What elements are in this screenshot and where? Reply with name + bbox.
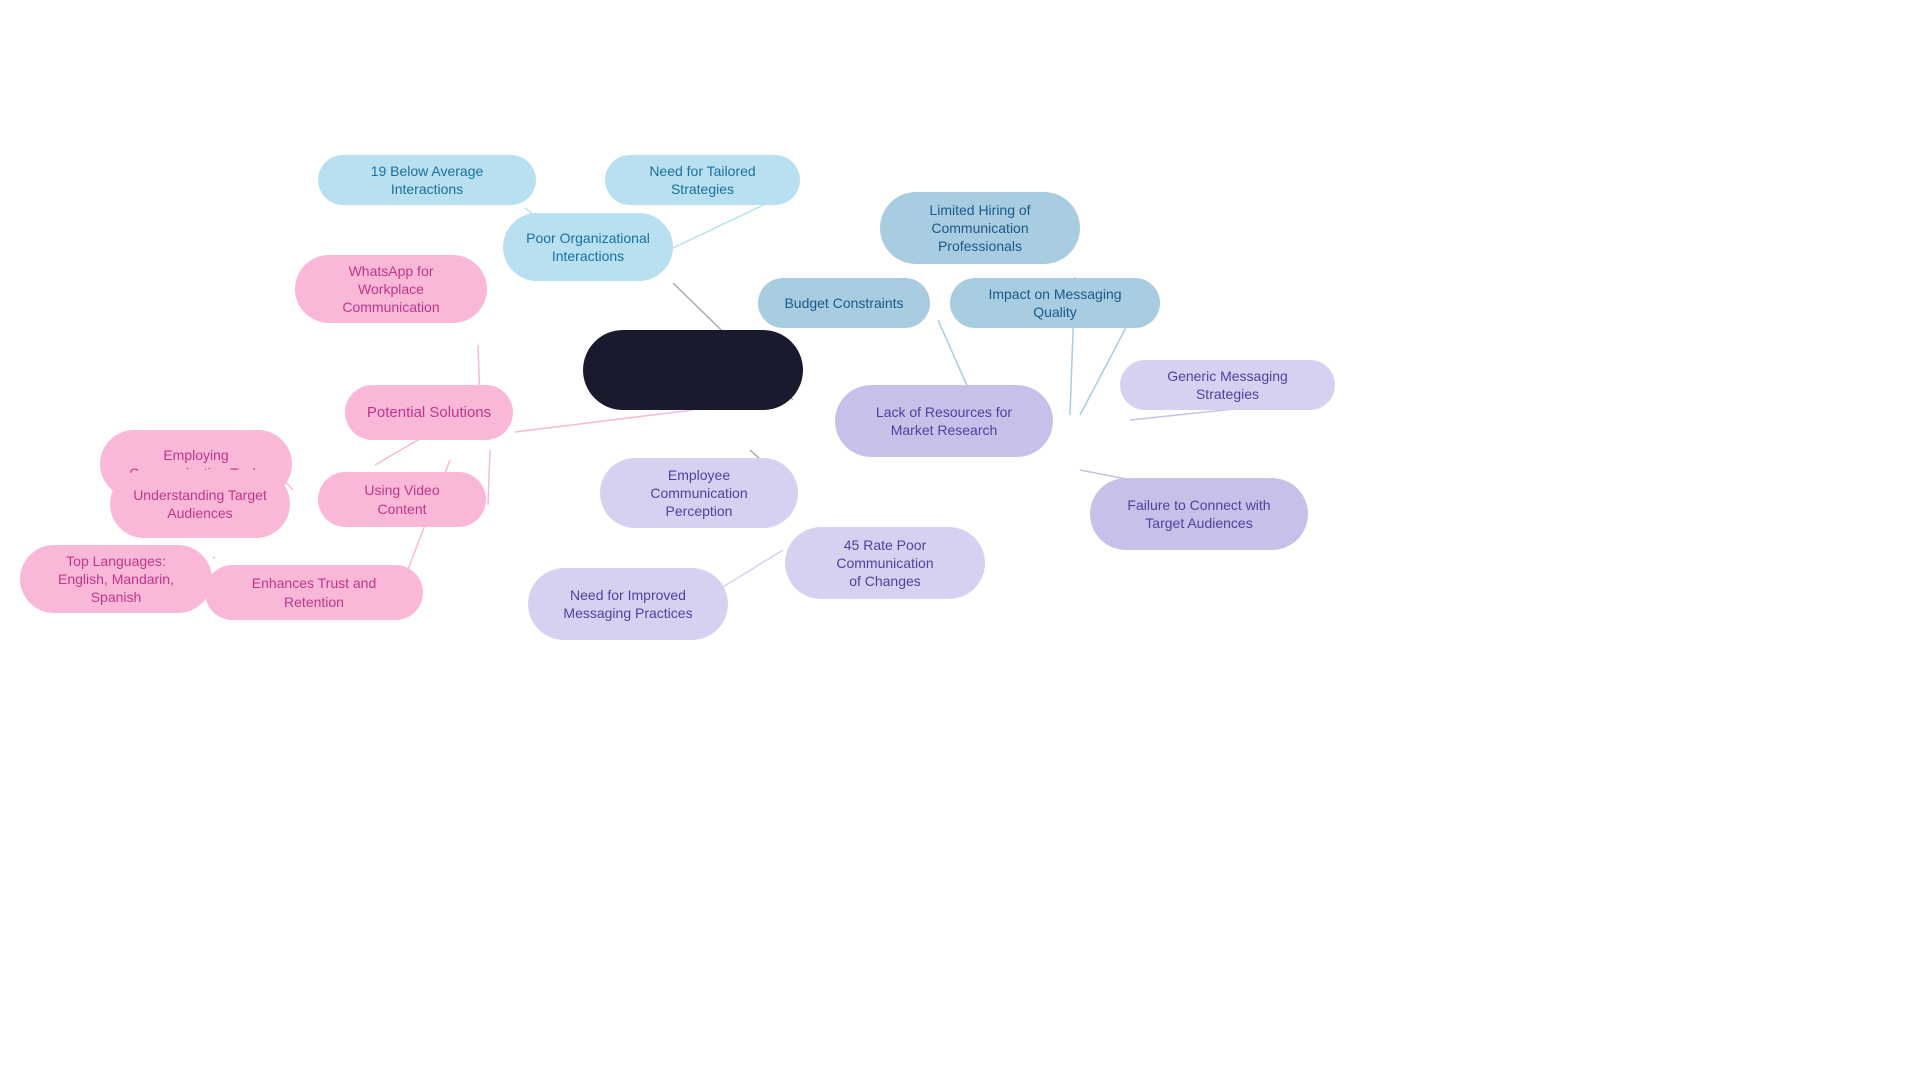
employee-comm-node: Employee CommunicationPerception	[600, 458, 798, 528]
whatsapp-node: WhatsApp for Workplace Communication	[295, 255, 487, 323]
potential-solutions-node: Potential Solutions	[345, 385, 513, 440]
top-languages-node: Top Languages: English, Mandarin, Spanis…	[20, 545, 212, 613]
need-improved-node: Need for Improved Messaging Practices	[528, 568, 728, 640]
19-below-node: 19 Below Average Interactions	[318, 155, 536, 205]
lack-resources-node: Lack of Resources for Market Research	[835, 385, 1053, 457]
poor-org-node: Poor OrganizationalInteractions	[503, 213, 673, 281]
center-node	[583, 330, 803, 410]
impact-messaging-node: Impact on Messaging Quality	[950, 278, 1160, 328]
limited-hiring-node: Limited Hiring ofCommunication Professio…	[880, 192, 1080, 264]
using-video-node: Using Video Content	[318, 472, 486, 527]
45-rate-node: 45 Rate Poor Communicationof Changes	[785, 527, 985, 599]
understanding-node: Understanding Target Audiences	[110, 470, 290, 538]
enhances-trust-node: Enhances Trust and Retention	[205, 565, 423, 620]
budget-node: Budget Constraints	[758, 278, 930, 328]
need-tailored-node: Need for Tailored Strategies	[605, 155, 800, 205]
generic-messaging-node: Generic Messaging Strategies	[1120, 360, 1335, 410]
failure-connect-node: Failure to Connect with Target Audiences	[1090, 478, 1308, 550]
